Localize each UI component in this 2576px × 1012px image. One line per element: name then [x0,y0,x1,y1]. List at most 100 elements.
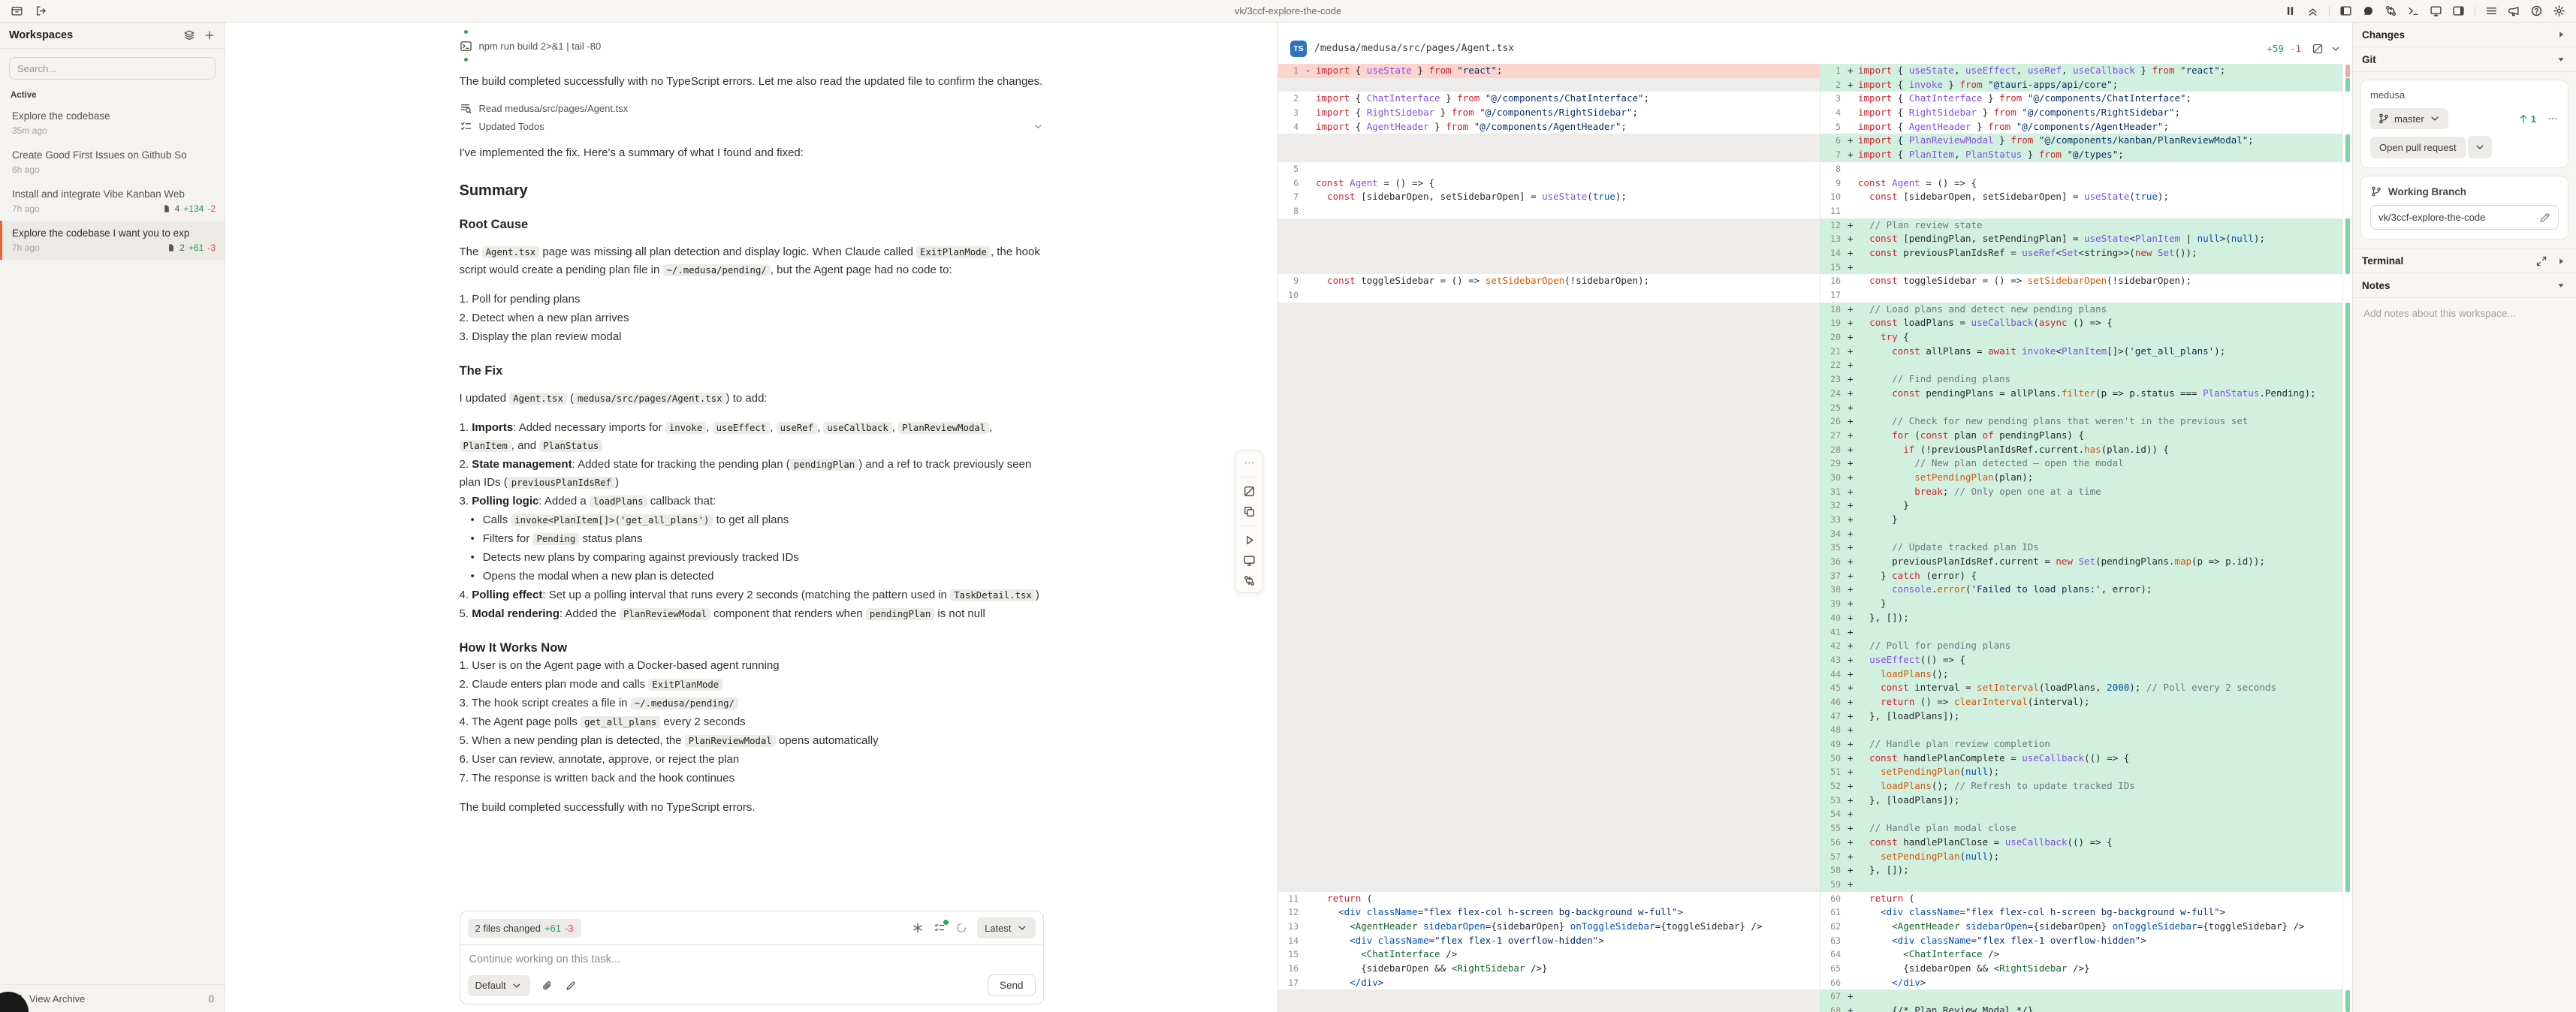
git-compare-icon[interactable] [2384,5,2397,17]
branch-selector[interactable]: master [2370,108,2448,129]
section-changes[interactable]: Changes [2353,23,2576,47]
annotate-icon[interactable] [565,980,577,992]
workspace-item[interactable]: Install and integrate Vibe Kanban Web 7h… [0,182,225,221]
diff-old-cell [1278,751,1820,766]
add-workspace-button[interactable] [204,29,216,41]
dots-h-icon[interactable] [1243,456,1256,469]
numbered-list: 4. Polling effect: Set up a polling inte… [460,586,1044,623]
pause-icon[interactable] [2284,5,2297,17]
archive-tray-icon[interactable] [11,5,23,17]
todos-indicator[interactable] [934,922,946,934]
diff-old-cell [1278,597,1820,611]
diff-new-cell: 20+ try { [1820,330,2342,345]
diff-new-cell: 7+import { PlanItem, PlanStatus } from "… [1820,148,2342,162]
diff-minimap-scrollbar[interactable] [2342,64,2352,1012]
minimap-add-mark [2345,303,2350,892]
diff-old-cell [1278,218,1820,233]
collapse-icon[interactable] [2306,5,2319,17]
diff-old-cell: 9 const toggleSidebar = () => setSidebar… [1278,274,1820,288]
diff-row: 17 </div>66 </div> [1278,976,2342,990]
inline-code: TaskDetail.tsx [950,589,1036,601]
gear-icon[interactable] [2553,5,2565,17]
files-changed-badge[interactable]: 2 files changed +61 -3 [468,919,581,938]
stack-icon[interactable] [183,29,195,41]
list-item: 3. The hook script creates a file in ~/.… [460,694,1044,712]
tool-call-row[interactable]: Read medusa/src/pages/Agent.tsx [460,102,1044,115]
diff-old-cell [1278,78,1820,92]
workspace-item[interactable]: Explore the codebase I want you to exp 7… [0,221,225,260]
diff-row: 14 <div className="flex flex-1 overflow-… [1278,934,2342,948]
diff-box-icon[interactable] [1243,485,1256,498]
edit-branch-icon[interactable] [2538,212,2550,224]
minimap-del-mark [2345,65,2350,77]
latest-dropdown[interactable]: Latest [977,917,1035,938]
play-icon[interactable] [1243,534,1256,547]
panel-right-icon[interactable] [2452,5,2465,17]
tool-call-row[interactable]: npm run build 2>&1 | tail -80 [460,40,1044,53]
view-archive-label: View Archive [29,993,85,1004]
working-branch-input[interactable]: vk/3ccf-explore-the-code [2370,205,2559,230]
separator [2329,6,2330,17]
model-dropdown[interactable]: Default [468,975,530,996]
diff-old-cell: 2import { ChatInterface } from "@/compon… [1278,92,1820,106]
diff-new-cell: 39+ } [1820,597,2342,611]
pr-options-button[interactable] [2468,136,2492,158]
collapse-file-icon[interactable] [2330,43,2342,55]
notes-input[interactable]: Add notes about this workspace... [2353,298,2576,329]
section-heading: How It Works Now [460,641,1044,655]
list-item: 7. The response is written back and the … [460,770,1044,788]
workspace-title: Explore the codebase [12,110,216,122]
message-input[interactable]: Continue working on this task... [460,945,1043,968]
arrow-up-icon [2517,113,2529,125]
exit-icon[interactable] [35,5,47,17]
search-input[interactable] [9,57,216,80]
tool-call-row[interactable]: Updated Todos [460,120,1044,133]
diff-view-icon[interactable] [2312,43,2324,55]
terminal-icon[interactable] [2407,5,2420,17]
open-pr-button[interactable]: Open pull request [2370,137,2466,158]
diff-old-cell [1278,555,1820,569]
monitor-icon[interactable] [2430,5,2442,17]
diff-editor[interactable]: 1-import { useState } from "react";1+imp… [1278,64,2342,1012]
view-archive-button[interactable]: View Archive 0 [0,984,225,1012]
diff-row: 13 <AgentHeader sidebarOpen={sidebarOpen… [1278,920,2342,934]
diff-new-cell: 63 <div className="flex flex-1 overflow-… [1820,934,2342,948]
section-git[interactable]: Git [2353,47,2576,72]
megaphone-icon[interactable] [2508,5,2520,17]
diff-file-header[interactable]: TS /medusa/medusa/src/pages/Agent.tsx +5… [1278,23,2352,64]
section-terminal[interactable]: Terminal [2353,248,2576,273]
diff-file-path: /medusa/medusa/src/pages/Agent.tsx [1314,43,2259,54]
diff-new-cell: 57+ setPendingPlan(null); [1820,850,2342,864]
help-icon[interactable] [2530,5,2543,17]
spark-icon[interactable] [912,922,924,934]
attach-file-icon[interactable] [541,980,554,992]
send-button[interactable]: Send [988,974,1036,996]
expand-terminal-icon[interactable] [2535,255,2547,267]
diff-row: 38+ console.error('Failed to load plans:… [1278,583,2342,597]
diff-old-cell [1278,443,1820,457]
diff-old-cell [1278,836,1820,850]
repo-menu-icon[interactable] [2547,113,2559,125]
diff-row: 12+ // Plan review state [1278,218,2342,233]
commits-ahead-badge[interactable]: 1 [2517,113,2536,125]
diff-row: 36+ previousPlanIdsRef.current = new Set… [1278,555,2342,569]
chevron-down-icon[interactable] [1033,121,1044,132]
chat-icon[interactable] [2362,5,2375,17]
chat-scroll-area[interactable]: npm run build 2>&1 | tail -80The build c… [225,23,1277,906]
section-notes[interactable]: Notes [2353,273,2576,298]
diff-new-cell: 59+ [1820,878,2342,892]
diff-new-cell: 8 [1820,162,2342,176]
menu-icon[interactable] [2485,5,2498,17]
list-item: •Detects new plans by comparing against … [460,549,1044,567]
panel-left-icon[interactable] [2339,5,2352,17]
monitor-icon[interactable] [1243,554,1256,567]
diff-old-cell: 15 <ChatInterface /> [1278,947,1820,962]
diff-new-cell: 5import { AgentHeader } from "@/componen… [1820,120,2342,134]
diff-new-cell: 3import { ChatInterface } from "@/compon… [1820,92,2342,106]
workspace-item[interactable]: Explore the codebase 35m ago [0,104,225,143]
copy-icon[interactable] [1243,505,1256,518]
minimap-add-mark [2345,134,2350,162]
branch-icon [2370,185,2382,197]
git-compare-icon[interactable] [1243,574,1256,587]
workspace-item[interactable]: Create Good First Issues on Github So 6h… [0,143,225,182]
